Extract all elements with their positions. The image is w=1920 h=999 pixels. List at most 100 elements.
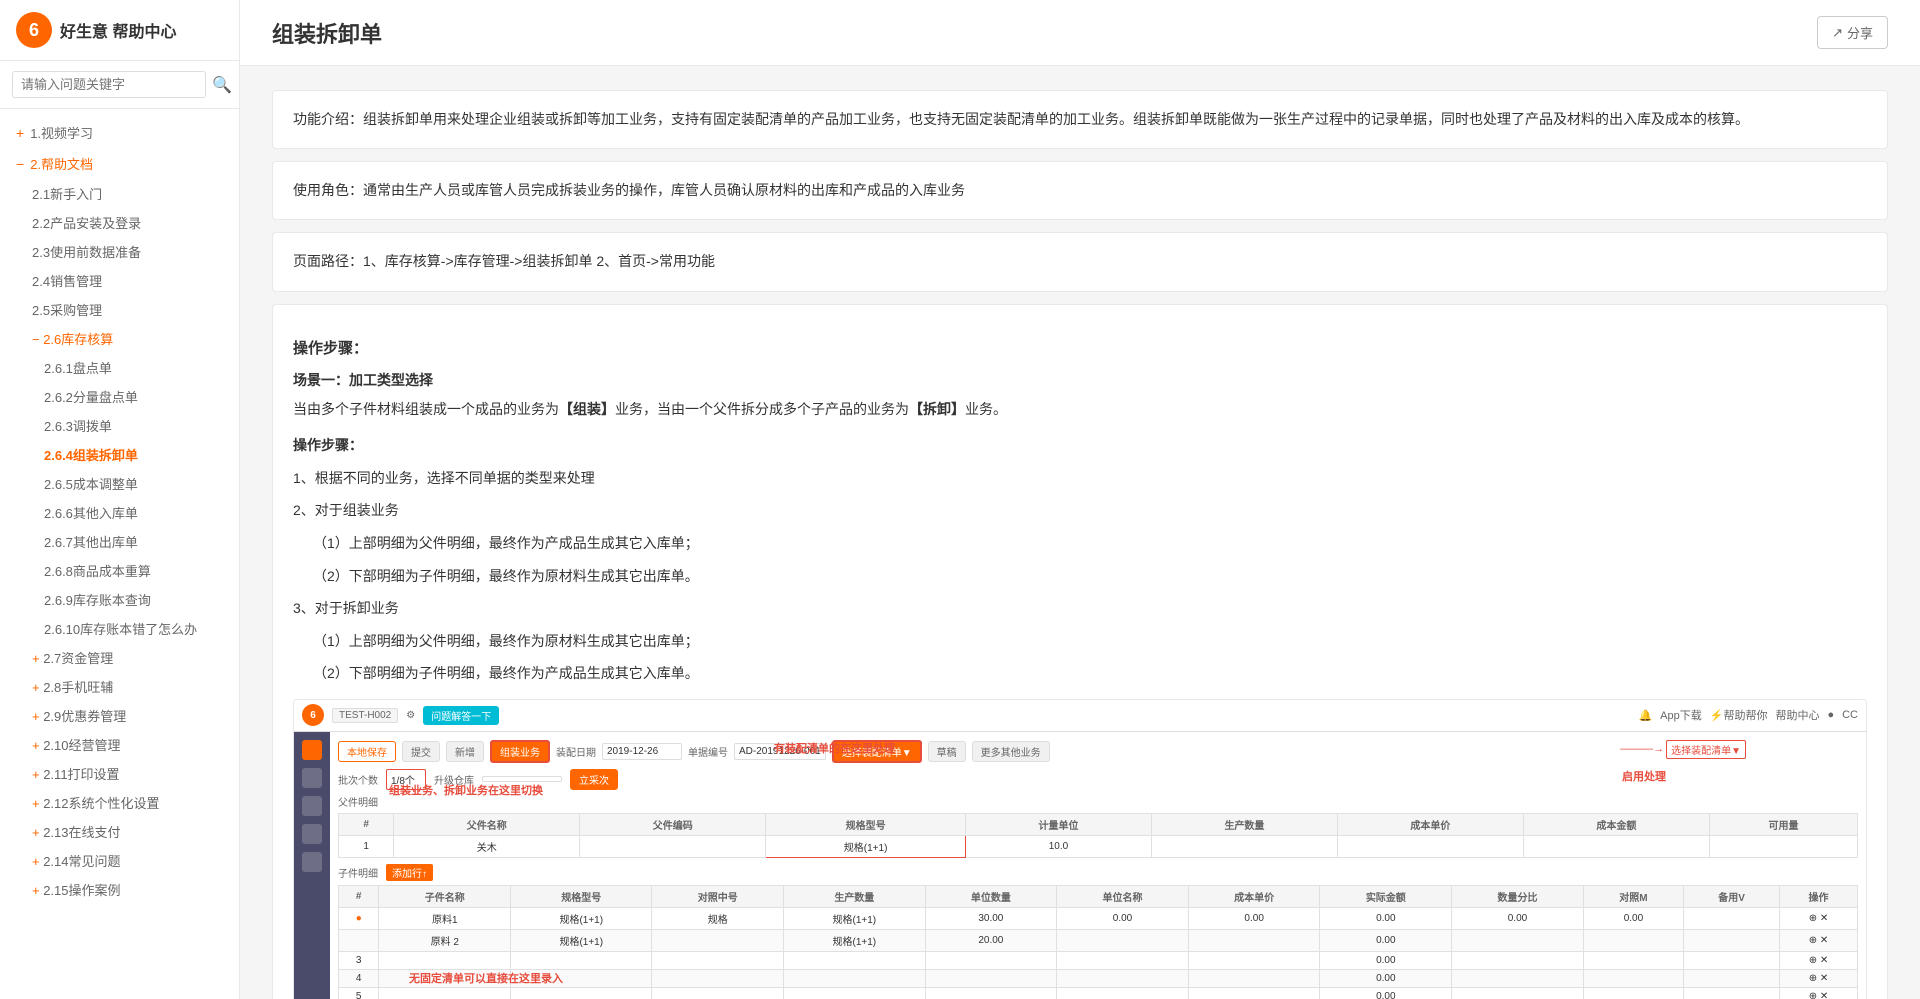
search-input[interactable] — [12, 71, 206, 98]
sim-th-amount: 成本金额 — [1523, 813, 1709, 835]
path-block: 页面路径：1、库存核算->库存管理->组装拆卸单 2、首页->常用功能 — [272, 232, 1888, 291]
sidebar-item-data-prep[interactable]: 2.3使用前数据准备 — [0, 237, 239, 266]
sidebar-item-partial-count[interactable]: 2.6.2分量盘点单 — [0, 382, 239, 411]
nav-tree: + 1.视频学习 − 2.帮助文档 2.1新手入门 2.2产品安装及登录 2.3… — [0, 109, 239, 999]
sim-th-no: # — [339, 813, 394, 835]
sim-nav-home — [302, 740, 322, 760]
share-button[interactable]: ↗ 分享 — [1817, 16, 1888, 49]
sidebar-item-coupon[interactable]: + 2.9优惠券管理 — [0, 701, 239, 730]
op2-2-text: （2）下部明细为子件明细，最终作为原材料生成其它出库单。 — [313, 563, 1867, 590]
role-block: 使用角色：通常由生产人员或库管人员完成拆装业务的操作，库管人员确认原材料的出库和… — [272, 161, 1888, 220]
main-content: 组装拆卸单 ↗ 分享 功能介绍：组装拆卸单用来处理企业组装或拆卸等加工业务，支持… — [240, 0, 1920, 999]
sim-nav-item3 — [302, 824, 322, 844]
sidebar-item-personalize[interactable]: + 2.12系统个性化设置 — [0, 788, 239, 817]
sim-parent-table: # 父件名称 父件编码 规格型号 计量单位 生产数量 成本单价 成本金额 可用量 — [338, 813, 1858, 858]
sim-child-area: 子件明细 添加行↑ — [338, 864, 1858, 881]
sim-address: TEST-H002 — [332, 708, 398, 723]
sim-child-row2: 原料 2 规格(1+1) 规格(1+1) 20.00 0.00 — [339, 929, 1858, 951]
sim-start-btn: 立采次 — [570, 769, 618, 790]
collapse-icon: − — [16, 156, 24, 172]
sidebar-item-stock-count[interactable]: 2.6.1盘点单 — [0, 353, 239, 382]
sidebar-item-cost-adjust[interactable]: 2.6.5成本调整单 — [0, 469, 239, 498]
sim-draft: 草稿 — [928, 741, 966, 762]
screenshot-container: 6 TEST-H002 ⚙ 问题解答一下 🔔App下载⚡帮助帮你帮助中心●CC — [293, 699, 1867, 999]
op2-text: 2、对于组装业务 — [293, 497, 1867, 524]
sim-th-cost: 成本单价 — [1337, 813, 1523, 835]
sidebar-item-payment[interactable]: + 2.13在线支付 — [0, 817, 239, 846]
sidebar-item-other-in[interactable]: 2.6.6其他入库单 — [0, 498, 239, 527]
sim-nav-item2 — [302, 796, 322, 816]
annotation-enable: 启用处理 — [1622, 768, 1666, 784]
sim-child-row1: ● 原料1 规格(1+1) 规格 规格(1+1) 30.00 0.00 0.00… — [339, 907, 1858, 929]
sim-child-row4: 40.00⊕ ✕ — [339, 969, 1858, 987]
sidebar-item-docs[interactable]: − 2.帮助文档 — [0, 148, 239, 179]
sidebar-item-cases[interactable]: + 2.15操作案例 — [0, 875, 239, 904]
op1-text: 1、根据不同的业务，选择不同单据的类型来处理 — [293, 465, 1867, 492]
operations-section: 操作步骤： 场景一：加工类型选择 当由多个子件材料组装成一个成品的业务为【组装】… — [272, 304, 1888, 999]
sidebar-item-transfer[interactable]: 2.6.3调拨单 — [0, 411, 239, 440]
sim-add-row-btn: 添加行↑ — [386, 864, 433, 881]
sidebar-header: 6 好生意 帮助中心 — [0, 0, 239, 61]
share-icon: ↗ — [1832, 25, 1843, 41]
sim-date-value: 2019-12-26 — [602, 743, 682, 760]
sim-left-nav — [294, 732, 330, 999]
sim-more: 更多其他业务 — [972, 741, 1050, 762]
logo-icon: 6 — [16, 12, 52, 48]
sim-count-label: 批次个数 — [338, 772, 378, 787]
sidebar-item-label: 2.帮助文档 — [30, 154, 93, 173]
sim-btn-new: 新增 — [446, 741, 484, 762]
app-title: 好生意 帮助中心 — [60, 18, 176, 42]
sidebar-item-faq[interactable]: + 2.14常见问题 — [0, 846, 239, 875]
search-box: 🔍 — [0, 61, 239, 109]
sidebar-item-ledger-fix[interactable]: 2.6.10库存账本错了怎么办 — [0, 614, 239, 643]
sidebar-item-cost-recalc[interactable]: 2.6.8商品成本重算 — [0, 556, 239, 585]
sidebar-item-assembly[interactable]: 2.6.4组装拆卸单 — [0, 440, 239, 469]
sim-btn-assemblytype: 本地保存 — [338, 741, 396, 762]
scene1-desc: 当由多个子件材料组装成一个成品的业务为【组装】业务，当由一个父件拆分成多个子产品… — [293, 396, 1867, 423]
sidebar-item-install[interactable]: 2.2产品安装及登录 — [0, 208, 239, 237]
sidebar-item-stock-ledger[interactable]: 2.6.9库存账本查询 — [0, 585, 239, 614]
sim-logo: 6 — [302, 704, 324, 726]
sim-settings-icon: ⚙ — [406, 710, 415, 721]
sim-child-table: # 子件名称 规格型号 对照中号 生产数量 单位数量 单位名称 成本单价 实际金… — [338, 885, 1858, 999]
sim-help-btn: 问题解答一下 — [423, 706, 499, 725]
sim-th-unit: 计量单位 — [965, 813, 1151, 835]
sidebar: 6 好生意 帮助中心 🔍 + 1.视频学习 − 2.帮助文档 2.1新手入门 2… — [0, 0, 240, 999]
sim-th-name: 父件名称 — [394, 813, 580, 835]
page-title: 组装拆卸单 — [272, 17, 382, 49]
sim-child-row3: 30.00⊕ ✕ — [339, 951, 1858, 969]
intro-block: 功能介绍：组装拆卸单用来处理企业组装或拆卸等加工业务，支持有固定装配清单的产品加… — [272, 90, 1888, 149]
sim-th-avail: 可用量 — [1709, 813, 1857, 835]
sidebar-item-video[interactable]: + 1.视频学习 — [0, 117, 239, 148]
sim-th-qty: 生产数量 — [1151, 813, 1337, 835]
sim-btn-submit: 提交 — [402, 741, 440, 762]
role-text: 使用角色：通常由生产人员或库管人员完成拆装业务的操作，库管人员确认原材料的出库和… — [293, 182, 965, 198]
sidebar-item-mobile[interactable]: + 2.8手机旺辅 — [0, 672, 239, 701]
path-text: 页面路径：1、库存核算->库存管理->组装拆卸单 2、首页->常用功能 — [293, 253, 715, 269]
sidebar-item-purchase[interactable]: 2.5采购管理 — [0, 295, 239, 324]
op2-1-text: （1）上部明细为父件明细，最终作为产成品生成其它入库单； — [313, 530, 1867, 557]
sim-child-label: 子件明细 — [338, 865, 378, 880]
sidebar-item-print[interactable]: + 2.11打印设置 — [0, 759, 239, 788]
operations-title: 操作步骤： — [293, 337, 1867, 358]
main-header: 组装拆卸单 ↗ 分享 — [240, 0, 1920, 66]
sim-field-date-label: 装配日期 — [556, 744, 596, 759]
search-icon[interactable]: 🔍 — [212, 75, 232, 95]
content-area: 功能介绍：组装拆卸单用来处理企业组装或拆卸等加工业务，支持有固定装配清单的产品加… — [240, 66, 1920, 999]
sidebar-item-sales[interactable]: 2.4销售管理 — [0, 266, 239, 295]
sim-child-row5: 50.00⊕ ✕ — [339, 987, 1858, 999]
sidebar-item-newcomer[interactable]: 2.1新手入门 — [0, 179, 239, 208]
sim-th-spec: 规格型号 — [766, 813, 966, 835]
sidebar-item-other-out[interactable]: 2.6.7其他出库单 — [0, 527, 239, 556]
sidebar-item-inventory[interactable]: − 2.6库存核算 — [0, 324, 239, 353]
sidebar-item-management[interactable]: + 2.10经营管理 — [0, 730, 239, 759]
sim-th-code: 父件编码 — [580, 813, 766, 835]
scene1-title: 场景一：加工类型选择 — [293, 370, 1867, 390]
op3-2-text: （2）下部明细为子件明细，最终作为产成品生成其它入库单。 — [313, 660, 1867, 687]
annotation-bom: 有装配清单的在这里处理 — [774, 740, 895, 756]
sim-assembly-type: 组装业务 — [490, 740, 550, 763]
ops-sub-title: 操作步骤： — [293, 432, 1867, 459]
expand-icon: + — [16, 125, 24, 141]
sidebar-item-finance[interactable]: + 2.7资金管理 — [0, 643, 239, 672]
screenshot-top-bar: 6 TEST-H002 ⚙ 问题解答一下 🔔App下载⚡帮助帮你帮助中心●CC — [294, 700, 1866, 732]
